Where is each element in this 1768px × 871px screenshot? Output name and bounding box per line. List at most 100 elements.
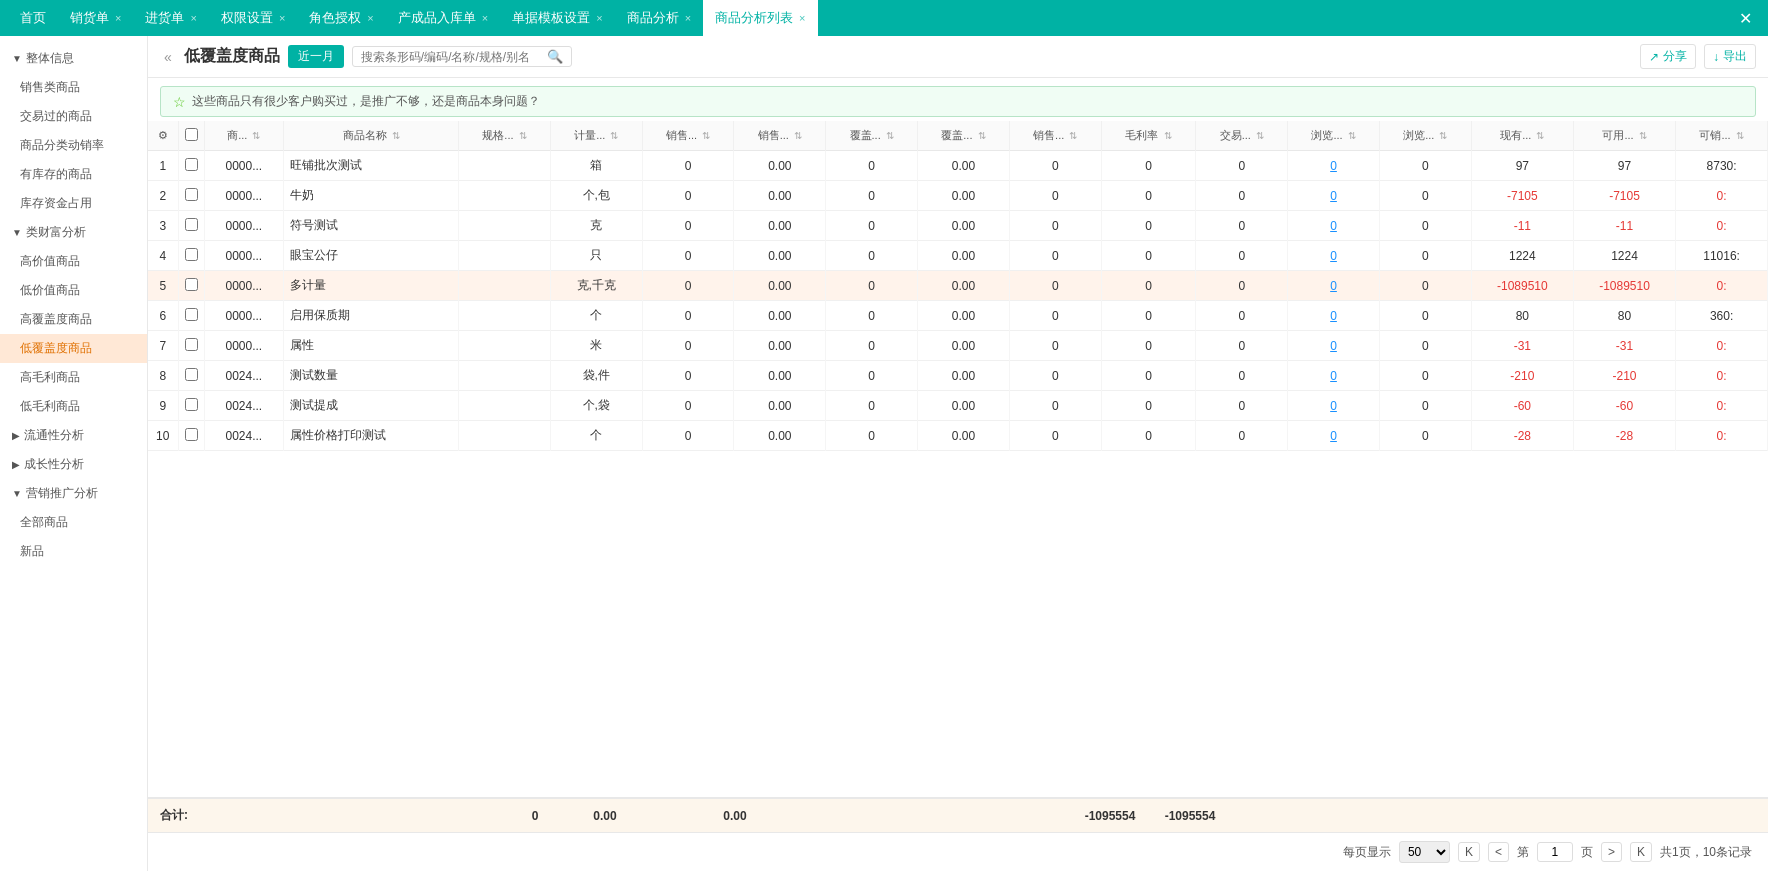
search-icon[interactable]: 🔍 bbox=[547, 49, 563, 64]
nav-tab-templates[interactable]: 单据模板设置 × bbox=[500, 0, 614, 36]
window-close-button[interactable]: ✕ bbox=[1731, 9, 1760, 28]
sidebar-section-growth[interactable]: ▶ 成长性分析 bbox=[0, 450, 147, 479]
row-browse1[interactable]: 0 bbox=[1288, 241, 1380, 271]
row-unit: 袋,件 bbox=[550, 361, 642, 391]
col-profit-rate[interactable]: 毛利率 ⇅ bbox=[1101, 121, 1196, 151]
col-code[interactable]: 商... ⇅ bbox=[204, 121, 284, 151]
close-icon[interactable]: × bbox=[596, 12, 602, 24]
sidebar-section-marketing[interactable]: ▼ 营销推广分析 bbox=[0, 479, 147, 508]
col-spec[interactable]: 规格... ⇅ bbox=[459, 121, 551, 151]
row-available: -210 bbox=[1573, 361, 1675, 391]
row-checkbox[interactable] bbox=[178, 181, 204, 211]
row-checkbox[interactable] bbox=[178, 391, 204, 421]
close-icon[interactable]: × bbox=[279, 12, 285, 24]
col-sales-x[interactable]: 销售... ⇅ bbox=[1009, 121, 1101, 151]
sidebar-item-high-coverage[interactable]: 高覆盖度商品 bbox=[0, 305, 147, 334]
nav-tab-permissions[interactable]: 权限设置 × bbox=[209, 0, 297, 36]
row-browse1[interactable]: 0 bbox=[1288, 151, 1380, 181]
col-name[interactable]: 商品名称 ⇅ bbox=[284, 121, 459, 151]
page-number-input[interactable] bbox=[1537, 842, 1573, 862]
nav-tab-analysis-list[interactable]: 商品分析列表 × bbox=[703, 0, 817, 36]
row-cov1: 0 bbox=[826, 391, 918, 421]
row-browse1[interactable]: 0 bbox=[1288, 391, 1380, 421]
row-browse1[interactable]: 0 bbox=[1288, 211, 1380, 241]
total-records-label: 共1页，10条记录 bbox=[1660, 844, 1752, 861]
row-checkbox[interactable] bbox=[178, 211, 204, 241]
col-current[interactable]: 现有... ⇅ bbox=[1471, 121, 1573, 151]
row-spec bbox=[459, 271, 551, 301]
close-icon[interactable]: × bbox=[685, 12, 691, 24]
row-checkbox[interactable] bbox=[178, 331, 204, 361]
next-page-button[interactable]: > bbox=[1601, 842, 1622, 862]
share-button[interactable]: ↗ 分享 bbox=[1640, 44, 1696, 69]
nav-tab-purchase[interactable]: 进货单 × bbox=[133, 0, 208, 36]
sidebar-item-high-profit[interactable]: 高毛利商品 bbox=[0, 363, 147, 392]
row-browse1[interactable]: 0 bbox=[1288, 331, 1380, 361]
search-input[interactable] bbox=[361, 50, 547, 64]
sidebar-item-sales-rate[interactable]: 商品分类动销率 bbox=[0, 131, 147, 160]
nav-tab-home[interactable]: 首页 bbox=[8, 0, 58, 36]
sidebar-section-flow[interactable]: ▶ 流通性分析 bbox=[0, 421, 147, 450]
last-page-button[interactable]: K bbox=[1630, 842, 1652, 862]
prev-page-button[interactable]: < bbox=[1488, 842, 1509, 862]
row-browse1[interactable]: 0 bbox=[1288, 181, 1380, 211]
sidebar-item-in-stock[interactable]: 有库存的商品 bbox=[0, 160, 147, 189]
sidebar-item-all-goods[interactable]: 全部商品 bbox=[0, 508, 147, 537]
sidebar: ▼ 整体信息 销售类商品 交易过的商品 商品分类动销率 有库存的商品 库存资金占… bbox=[0, 36, 148, 871]
row-checkbox[interactable] bbox=[178, 361, 204, 391]
col-available[interactable]: 可用... ⇅ bbox=[1573, 121, 1675, 151]
sidebar-item-low-profit[interactable]: 低毛利商品 bbox=[0, 392, 147, 421]
nav-tab-analysis[interactable]: 商品分析 × bbox=[615, 0, 703, 36]
sidebar-item-low-value[interactable]: 低价值商品 bbox=[0, 276, 147, 305]
row-num: 8 bbox=[148, 361, 178, 391]
row-browse1[interactable]: 0 bbox=[1288, 361, 1380, 391]
row-checkbox[interactable] bbox=[178, 151, 204, 181]
nav-tab-roles[interactable]: 角色授权 × bbox=[297, 0, 385, 36]
close-icon[interactable]: × bbox=[482, 12, 488, 24]
row-trade: 0 bbox=[1196, 331, 1288, 361]
nav-tab-products[interactable]: 产成品入库单 × bbox=[386, 0, 500, 36]
col-sales-qty[interactable]: 销售... ⇅ bbox=[642, 121, 734, 151]
sidebar-item-traded-goods[interactable]: 交易过的商品 bbox=[0, 102, 147, 131]
row-sales-x: 0 bbox=[1009, 301, 1101, 331]
close-icon[interactable]: × bbox=[115, 12, 121, 24]
row-checkbox[interactable] bbox=[178, 271, 204, 301]
main-layout: ▼ 整体信息 销售类商品 交易过的商品 商品分类动销率 有库存的商品 库存资金占… bbox=[0, 36, 1768, 871]
close-icon[interactable]: × bbox=[190, 12, 196, 24]
row-checkbox[interactable] bbox=[178, 421, 204, 451]
sidebar-item-low-coverage[interactable]: 低覆盖度商品 bbox=[0, 334, 147, 363]
col-coverage2[interactable]: 覆盖... ⇅ bbox=[918, 121, 1010, 151]
filter-recent-month-button[interactable]: 近一月 bbox=[288, 45, 344, 68]
col-sellable[interactable]: 可销... ⇅ bbox=[1676, 121, 1768, 151]
row-browse1[interactable]: 0 bbox=[1288, 271, 1380, 301]
close-icon[interactable]: × bbox=[367, 12, 373, 24]
row-checkbox[interactable] bbox=[178, 301, 204, 331]
col-sales-amt[interactable]: 销售... ⇅ bbox=[734, 121, 826, 151]
export-button[interactable]: ↓ 导出 bbox=[1704, 44, 1756, 69]
sidebar-item-capital[interactable]: 库存资金占用 bbox=[0, 189, 147, 218]
col-unit[interactable]: 计量... ⇅ bbox=[550, 121, 642, 151]
sidebar-item-new-goods[interactable]: 新品 bbox=[0, 537, 147, 566]
col-settings[interactable]: ⚙ bbox=[148, 121, 178, 151]
sidebar-collapse-button[interactable]: « bbox=[160, 47, 176, 67]
row-browse1[interactable]: 0 bbox=[1288, 301, 1380, 331]
row-sales-x: 0 bbox=[1009, 421, 1101, 451]
sidebar-item-high-value[interactable]: 高价值商品 bbox=[0, 247, 147, 276]
close-icon[interactable]: × bbox=[799, 12, 805, 24]
sidebar-section-dimension[interactable]: ▼ 类财富分析 bbox=[0, 218, 147, 247]
nav-tab-sales[interactable]: 销货单 × bbox=[58, 0, 133, 36]
row-name: 启用保质期 bbox=[284, 301, 459, 331]
per-page-select[interactable]: 50 20 100 bbox=[1399, 841, 1450, 863]
first-page-button[interactable]: K bbox=[1458, 842, 1480, 862]
row-cov2: 0.00 bbox=[918, 391, 1010, 421]
select-all-checkbox[interactable] bbox=[185, 128, 198, 141]
row-checkbox[interactable] bbox=[178, 241, 204, 271]
col-coverage1[interactable]: 覆盖... ⇅ bbox=[826, 121, 918, 151]
col-browse1[interactable]: 浏览... ⇅ bbox=[1288, 121, 1380, 151]
col-trade[interactable]: 交易... ⇅ bbox=[1196, 121, 1288, 151]
sidebar-section-overview[interactable]: ▼ 整体信息 bbox=[0, 44, 147, 73]
row-browse1[interactable]: 0 bbox=[1288, 421, 1380, 451]
settings-icon[interactable]: ⚙ bbox=[158, 129, 168, 141]
sidebar-item-sales-goods[interactable]: 销售类商品 bbox=[0, 73, 147, 102]
col-browse2[interactable]: 浏览... ⇅ bbox=[1379, 121, 1471, 151]
